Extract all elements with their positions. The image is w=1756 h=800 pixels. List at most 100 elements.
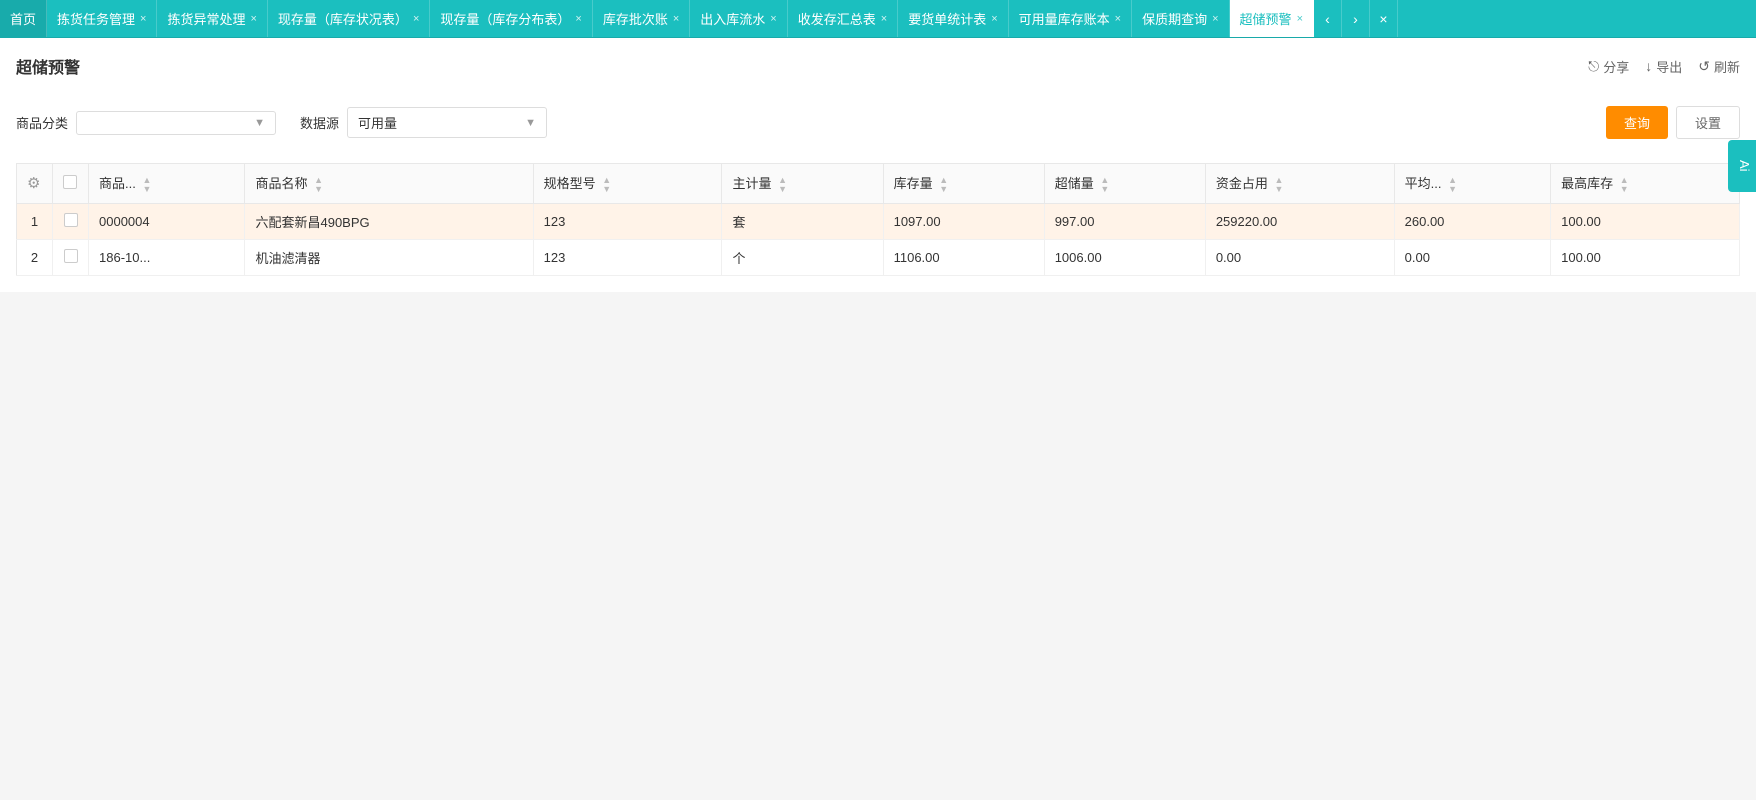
close-pick-exception[interactable]: × [250, 13, 256, 25]
datasource-value: 可用量 [358, 113, 397, 132]
nav-arrow-left[interactable]: ‹ [1314, 0, 1342, 37]
table-header-row: ⚙ 商品... ▲▼ 商品名称 ▲▼ 规格型号 ▲▼ 主计 [17, 164, 1740, 204]
table-row: 2 186-10... 机油滤清器 123 个 1106.00 1006.00 … [17, 239, 1740, 275]
row-unit-1: 个 [722, 239, 883, 275]
header-actions: ⎋ 分享 ↓ 导出 ↺ 刷新 [1588, 57, 1740, 76]
col-unit-header: 主计量 ▲▼ [722, 164, 883, 204]
datasource-select[interactable]: 可用量 ▼ [347, 107, 547, 138]
row-maxstock-1: 100.00 [1551, 239, 1740, 275]
export-action[interactable]: ↓ 导出 [1645, 57, 1682, 76]
refresh-action[interactable]: ↺ 刷新 [1698, 57, 1740, 76]
filter-row: 商品分类 ▼ 数据源 可用量 ▼ 查询 设置 [16, 94, 1740, 151]
row-name-1: 机油滤清器 [245, 239, 533, 275]
close-pick-task[interactable]: × [140, 13, 146, 25]
category-select[interactable]: ▼ [76, 111, 276, 135]
row-avg-1: 0.00 [1394, 239, 1550, 275]
row-avg-0: 260.00 [1394, 203, 1550, 239]
nav-demand-stats[interactable]: 要货单统计表 × [898, 0, 1008, 37]
datasource-filter: 数据源 可用量 ▼ [300, 107, 547, 138]
nav-flow[interactable]: 出入库流水 × [690, 0, 787, 37]
row-spec-1: 123 [533, 239, 722, 275]
category-filter: 商品分类 ▼ [16, 111, 276, 135]
close-demand-stats[interactable]: × [991, 13, 997, 25]
close-batch-account[interactable]: × [673, 13, 679, 25]
row-maxstock-0: 100.00 [1551, 203, 1740, 239]
row-sku-0: 0000004 [89, 203, 245, 239]
col-stock-header: 库存量 ▲▼ [883, 164, 1044, 204]
row-checkbox-0 [53, 203, 89, 239]
refresh-icon: ↺ [1698, 58, 1710, 75]
row-over-1: 1006.00 [1044, 239, 1205, 275]
column-settings-icon[interactable]: ⚙ [27, 175, 40, 192]
col-capital-header: 资金占用 ▲▼ [1205, 164, 1394, 204]
row-capital-0: 259220.00 [1205, 203, 1394, 239]
maxstock-sort-icons[interactable]: ▲▼ [1620, 176, 1629, 194]
nav-batch-account[interactable]: 库存批次账 × [593, 0, 690, 37]
spec-sort-icons[interactable]: ▲▼ [602, 176, 611, 194]
export-icon: ↓ [1645, 58, 1652, 74]
col-over-header: 超储量 ▲▼ [1044, 164, 1205, 204]
filter-buttons: 查询 设置 [1606, 106, 1740, 139]
nav-available-stock[interactable]: 可用量库存账本 × [1009, 0, 1132, 37]
row-name-0: 六配套新昌490BPG [245, 203, 533, 239]
datasource-dropdown-icon: ▼ [525, 117, 536, 129]
nav-overstock-warning[interactable]: 超储预警 × [1230, 0, 1314, 37]
nav-quality-check[interactable]: 保质期查询 × [1132, 0, 1229, 37]
share-icon: ⎋ [1588, 58, 1599, 75]
row-num-1: 2 [17, 239, 53, 275]
col-sku-header: 商品... ▲▼ [89, 164, 245, 204]
close-stock-status[interactable]: × [413, 13, 419, 25]
row-capital-1: 0.00 [1205, 239, 1394, 275]
col-avg-header: 平均... ▲▼ [1394, 164, 1550, 204]
page-content: 超储预警 ⎋ 分享 ↓ 导出 ↺ 刷新 商品分类 ▼ 数据源 [0, 38, 1756, 292]
select-all-checkbox[interactable] [63, 175, 77, 189]
close-quality-check[interactable]: × [1212, 13, 1218, 25]
nav-stock-dist[interactable]: 现存量（库存分布表） × [430, 0, 592, 37]
col-name-header: 商品名称 ▲▼ [245, 164, 533, 204]
row-stock-0: 1097.00 [883, 203, 1044, 239]
row-num-0: 1 [17, 203, 53, 239]
row-select-1[interactable] [64, 249, 78, 263]
close-summary[interactable]: × [881, 13, 887, 25]
col-spec-header: 规格型号 ▲▼ [533, 164, 722, 204]
row-over-0: 997.00 [1044, 203, 1205, 239]
nav-home[interactable]: 首页 [0, 0, 47, 37]
page-header: 超储预警 ⎋ 分享 ↓ 导出 ↺ 刷新 [16, 54, 1740, 78]
avg-sort-icons[interactable]: ▲▼ [1448, 176, 1457, 194]
stock-sort-icons[interactable]: ▲▼ [939, 176, 948, 194]
row-stock-1: 1106.00 [883, 239, 1044, 275]
share-action[interactable]: ⎋ 分享 [1588, 57, 1629, 76]
nav-arrow-right[interactable]: › [1342, 0, 1370, 37]
category-label: 商品分类 [16, 113, 68, 132]
row-sku-1: 186-10... [89, 239, 245, 275]
ai-badge[interactable]: Ai [1728, 140, 1756, 192]
nav-pick-exception[interactable]: 拣货异常处理 × [157, 0, 267, 37]
col-gear: ⚙ [17, 164, 53, 204]
capital-sort-icons[interactable]: ▲▼ [1274, 176, 1283, 194]
settings-button[interactable]: 设置 [1676, 106, 1740, 139]
row-spec-0: 123 [533, 203, 722, 239]
close-overstock-warning[interactable]: × [1297, 13, 1303, 25]
nav-arrow-more[interactable]: × [1370, 0, 1398, 37]
row-unit-0: 套 [722, 203, 883, 239]
row-checkbox-1 [53, 239, 89, 275]
nav-summary[interactable]: 收发存汇总表 × [788, 0, 898, 37]
row-select-0[interactable] [64, 213, 78, 227]
over-sort-icons[interactable]: ▲▼ [1100, 176, 1109, 194]
nav-stock-status[interactable]: 现存量（库存状况表） × [268, 0, 430, 37]
page-title: 超储预警 [16, 54, 80, 78]
col-checkbox-header [53, 164, 89, 204]
close-flow[interactable]: × [770, 13, 776, 25]
sku-sort-icons[interactable]: ▲▼ [142, 176, 151, 194]
unit-sort-icons[interactable]: ▲▼ [778, 176, 787, 194]
data-table: ⚙ 商品... ▲▼ 商品名称 ▲▼ 规格型号 ▲▼ 主计 [16, 163, 1740, 276]
close-available-stock[interactable]: × [1115, 13, 1121, 25]
category-dropdown-icon: ▼ [254, 117, 265, 129]
top-nav: 首页 拣货任务管理 × 拣货异常处理 × 现存量（库存状况表） × 现存量（库存… [0, 0, 1756, 38]
table-row: 1 0000004 六配套新昌490BPG 123 套 1097.00 997.… [17, 203, 1740, 239]
close-stock-dist[interactable]: × [575, 13, 581, 25]
query-button[interactable]: 查询 [1606, 106, 1668, 139]
col-maxstock-header: 最高库存 ▲▼ [1551, 164, 1740, 204]
name-sort-icons[interactable]: ▲▼ [314, 176, 323, 194]
nav-pick-task[interactable]: 拣货任务管理 × [47, 0, 157, 37]
